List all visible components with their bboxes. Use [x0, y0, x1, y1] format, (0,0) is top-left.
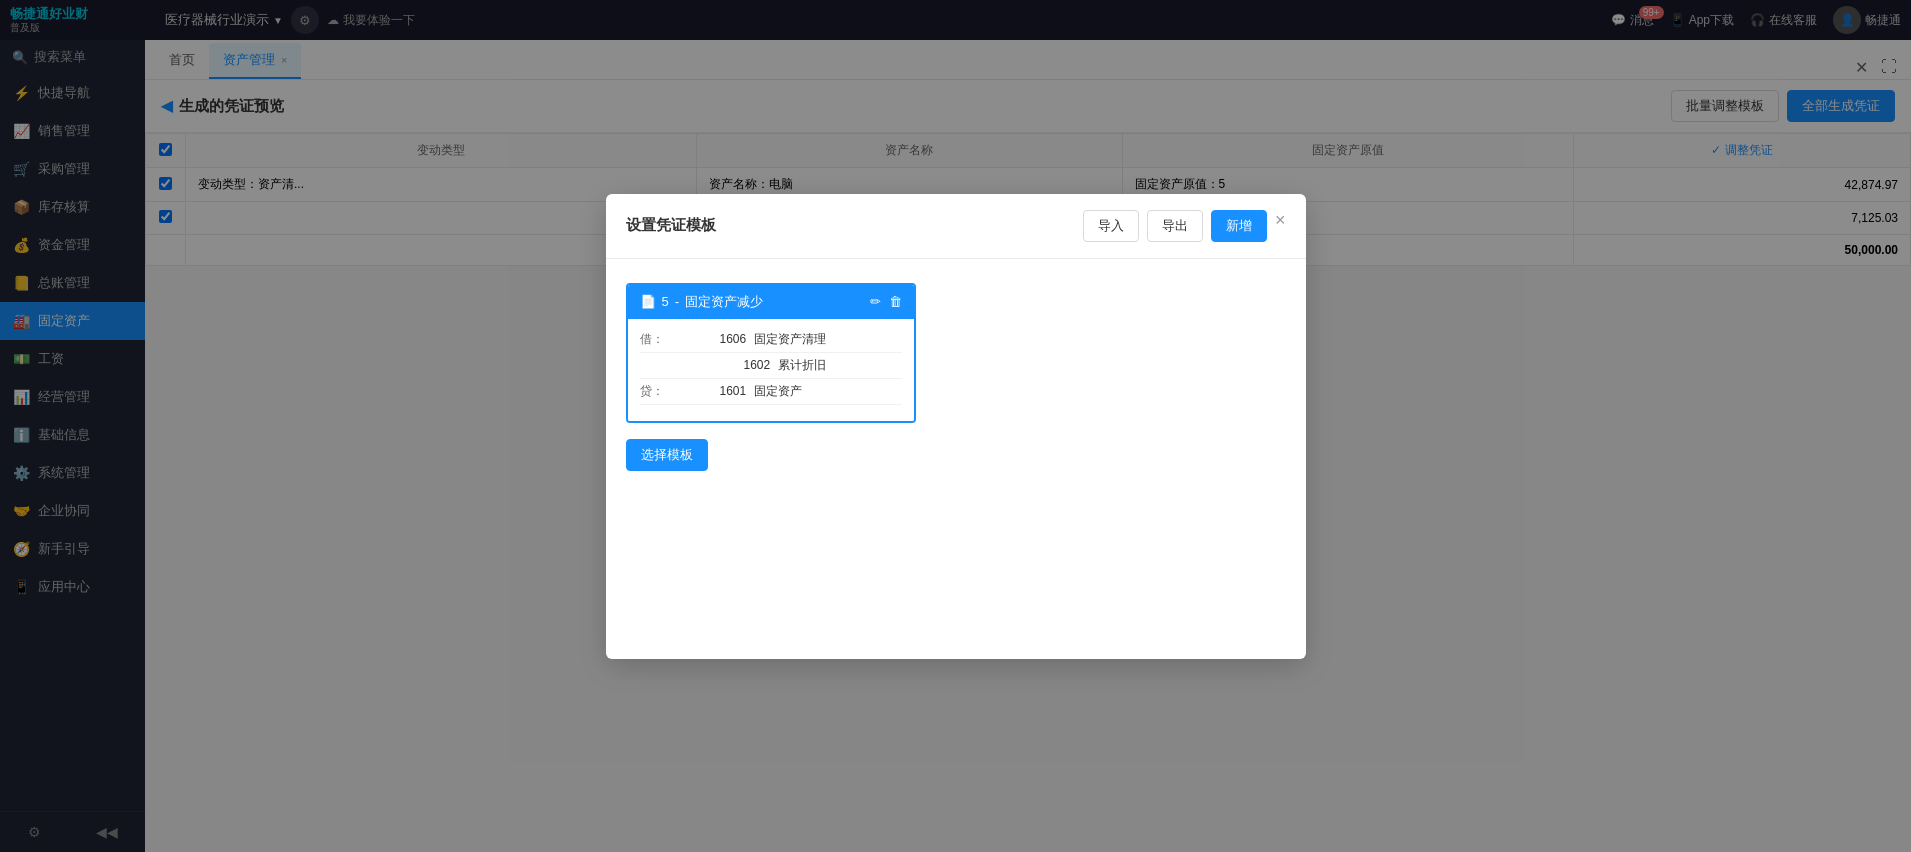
modal-header: 设置凭证模板 导入 导出 新增 × [606, 194, 1306, 259]
template-name-separator: - [675, 294, 679, 309]
import-btn[interactable]: 导入 [1083, 210, 1139, 242]
select-template-container: 选择模板 [626, 439, 1286, 471]
template-row-code-2: 1601 [720, 384, 747, 398]
template-row-1: 1602 累计折旧 [640, 353, 902, 379]
template-row-3 [640, 405, 902, 413]
template-header-actions: ✏ 🗑 [870, 294, 902, 309]
template-row-type-2: 贷： [640, 383, 720, 400]
template-row-0: 借： 1606 固定资产清理 [640, 327, 902, 353]
template-row-type-0: 借： [640, 331, 720, 348]
template-doc-icon: 📄 [640, 294, 656, 309]
modal-close-btn[interactable]: × [1275, 210, 1286, 242]
modal-title: 设置凭证模板 [626, 216, 716, 235]
select-template-btn[interactable]: 选择模板 [626, 439, 708, 471]
modal-header-actions: 导入 导出 新增 × [1083, 210, 1286, 242]
template-name: 固定资产减少 [685, 293, 763, 311]
modal-body: 📄 5 - 固定资产减少 ✏ 🗑 借： 1606 固定资产清理 [606, 259, 1306, 659]
edit-template-icon[interactable]: ✏ [870, 294, 881, 309]
new-template-btn[interactable]: 新增 [1211, 210, 1267, 242]
template-row-account-0: 固定资产清理 [754, 331, 826, 348]
template-header-left: 📄 5 - 固定资产减少 [640, 293, 764, 311]
template-card-header: 📄 5 - 固定资产减少 ✏ 🗑 [628, 285, 914, 319]
template-row-account-2: 固定资产 [754, 383, 802, 400]
template-body: 借： 1606 固定资产清理 1602 累计折旧 贷： 1601 固定资产 [628, 319, 914, 421]
template-row-code-1: 1602 [720, 358, 771, 372]
template-row-2: 贷： 1601 固定资产 [640, 379, 902, 405]
template-row-account-1: 累计折旧 [778, 357, 826, 374]
template-row-code-0: 1606 [720, 332, 747, 346]
delete-template-icon[interactable]: 🗑 [889, 294, 902, 309]
voucher-template-modal: 设置凭证模板 导入 导出 新增 × 📄 5 - 固定资产减少 [606, 194, 1306, 659]
modal-overlay[interactable]: 设置凭证模板 导入 导出 新增 × 📄 5 - 固定资产减少 [0, 0, 1911, 852]
template-card: 📄 5 - 固定资产减少 ✏ 🗑 借： 1606 固定资产清理 [626, 283, 916, 423]
export-btn[interactable]: 导出 [1147, 210, 1203, 242]
template-id: 5 [662, 294, 669, 309]
